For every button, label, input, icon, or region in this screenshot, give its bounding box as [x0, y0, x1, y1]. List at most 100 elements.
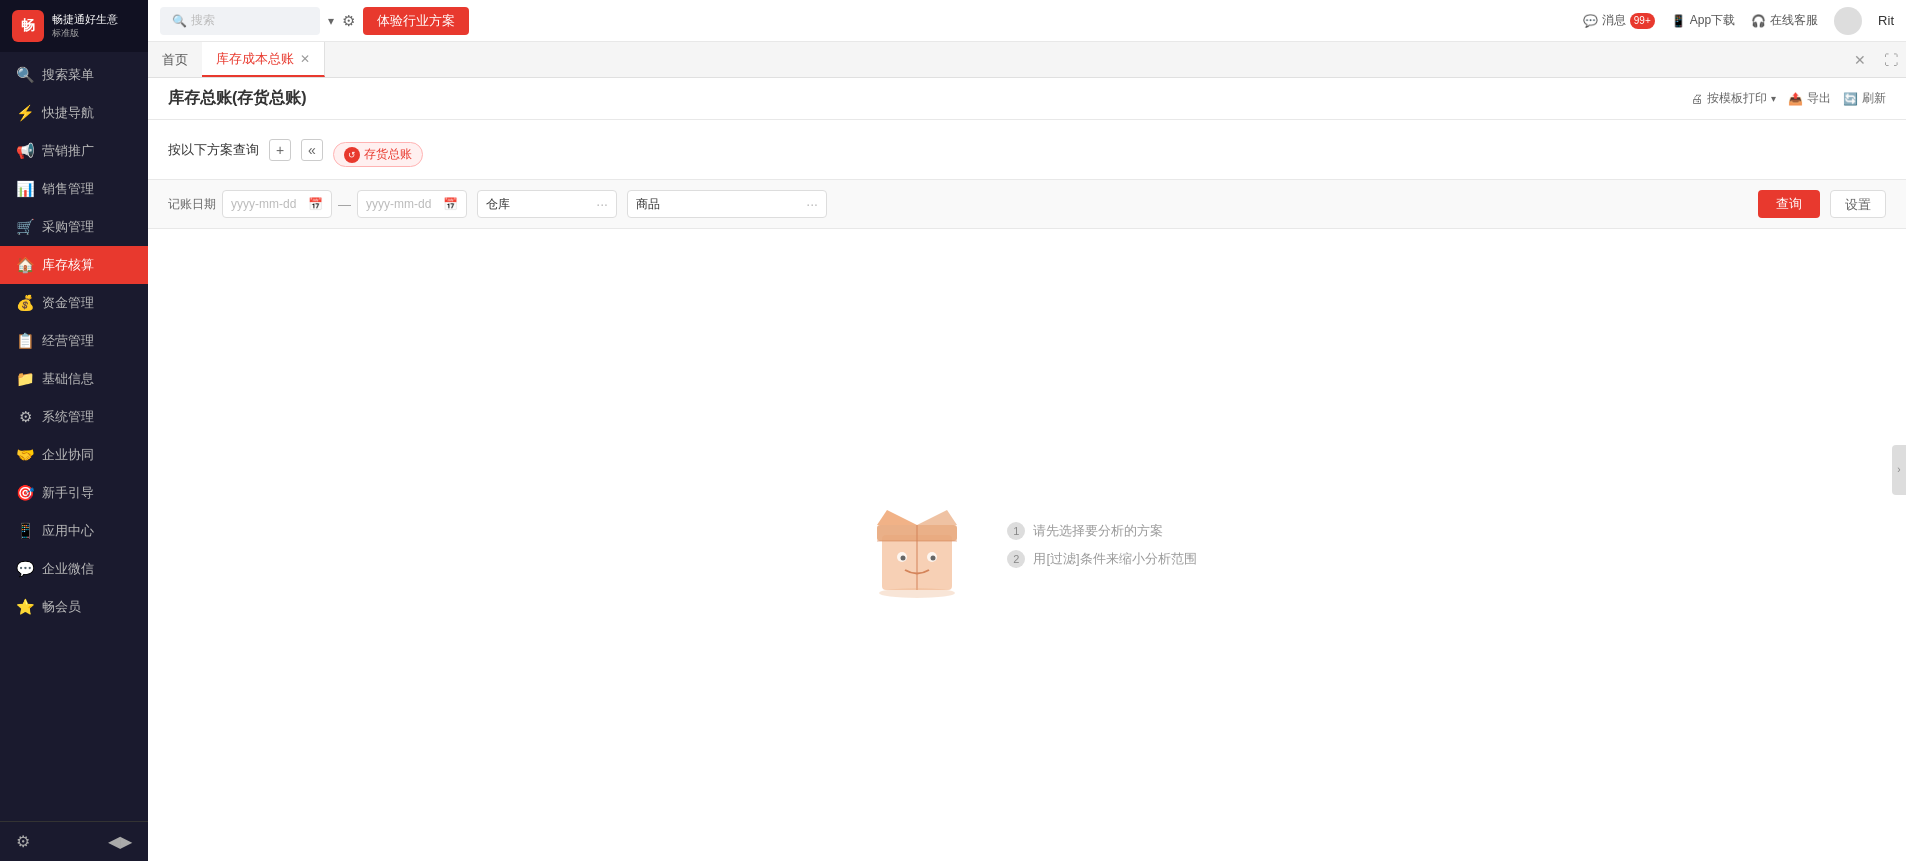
sidebar-label-operations: 经营管理 [42, 332, 94, 350]
query-btn[interactable]: 查询 [1758, 190, 1820, 218]
date-end-placeholder: yyyy-mm-dd [366, 197, 431, 211]
main-area: 🔍 搜索 ▾ ⚙ 体验行业方案 💬 消息 99+ 📱 App下载 🎧 在线客服 … [148, 0, 1906, 861]
sidebar-item-member[interactable]: ⭐畅会员 [0, 588, 148, 626]
empty-tip-2: 2 用[过滤]条件来缩小分析范围 [1007, 550, 1196, 568]
close-panel-btn[interactable]: ✕ [1844, 52, 1876, 68]
scheme-label: 存货总账 [364, 146, 412, 163]
filter-row: 按以下方案查询 + « ↺ 存货总账 [168, 132, 1886, 167]
sidebar-footer: ⚙ ◀▶ [0, 821, 148, 861]
product-more-icon[interactable]: ··· [806, 196, 818, 212]
filter-label: 按以下方案查询 [168, 141, 259, 159]
filter-add-btn[interactable]: + [269, 139, 291, 161]
print-dropdown-icon[interactable]: ▾ [1771, 93, 1776, 104]
topbar-left: 🔍 搜索 ▾ ⚙ 体验行业方案 [160, 7, 469, 35]
logo-icon: 畅 [12, 10, 44, 42]
sidebar-item-sales[interactable]: 📊销售管理 [0, 170, 148, 208]
product-label: 商品 [636, 196, 660, 213]
refresh-label: 刷新 [1862, 90, 1886, 107]
sidebar-label-guide: 新手引导 [42, 484, 94, 502]
wechat-icon: 💬 [16, 560, 34, 578]
warehouse-label: 仓库 [486, 196, 510, 213]
sidebar-item-wechat[interactable]: 💬企业微信 [0, 550, 148, 588]
search-icon: 🔍 [16, 66, 34, 84]
tip-text-1: 请先选择要分析的方案 [1033, 522, 1163, 540]
calendar-end-icon[interactable]: 📅 [443, 197, 458, 211]
sidebar-item-finance[interactable]: 💰资金管理 [0, 284, 148, 322]
empty-content: 1 请先选择要分析的方案 2 用[过滤]条件来缩小分析范围 [857, 485, 1196, 605]
tab-close-icon[interactable]: ✕ [300, 52, 310, 66]
sidebar-item-quicknav[interactable]: ⚡快捷导航 [0, 94, 148, 132]
sidebar-logo: 畅 畅捷通好生意 标准版 [0, 0, 148, 52]
sidebar-item-search[interactable]: 🔍 搜索菜单 [0, 56, 148, 94]
query-row: 记账日期 yyyy-mm-dd 📅 — yyyy-mm-dd 📅 仓库 ··· [148, 180, 1906, 229]
tab-inventory-cost[interactable]: 库存成本总账 ✕ [202, 42, 325, 77]
sidebar-label-basic: 基础信息 [42, 370, 94, 388]
date-separator: — [338, 197, 351, 212]
sidebar-label-search: 搜索菜单 [42, 66, 94, 84]
page-actions: 🖨 按模板打印 ▾ 📤 导出 🔄 刷新 [1691, 90, 1886, 107]
filter-collapse-btn[interactable]: « [301, 139, 323, 161]
topbar-gear-icon[interactable]: ⚙ [342, 12, 355, 30]
content-area: 库存总账(存货总账) 🖨 按模板打印 ▾ 📤 导出 🔄 刷新 [148, 78, 1906, 861]
guide-icon: 🎯 [16, 484, 34, 502]
member-icon: ⭐ [16, 598, 34, 616]
page-header: 库存总账(存货总账) 🖨 按模板打印 ▾ 📤 导出 🔄 刷新 [148, 78, 1906, 120]
sidebar-item-marketing[interactable]: 📢营销推广 [0, 132, 148, 170]
inventory-icon: 🏠 [16, 256, 34, 274]
date-start-input[interactable]: yyyy-mm-dd 📅 [222, 190, 332, 218]
sidebar-item-guide[interactable]: 🎯 新手引导 [0, 474, 148, 512]
industry-btn[interactable]: 体验行业方案 [363, 7, 469, 35]
tip-text-2: 用[过滤]条件来缩小分析范围 [1033, 550, 1196, 568]
date-end-input[interactable]: yyyy-mm-dd 📅 [357, 190, 467, 218]
purchase-icon: 🛒 [16, 218, 34, 236]
refresh-btn[interactable]: 🔄 刷新 [1843, 90, 1886, 107]
message-badge: 99+ [1630, 13, 1655, 29]
date-label: 记账日期 [168, 196, 216, 213]
topbar-dropdown-icon[interactable]: ▾ [328, 14, 334, 28]
sidebar-nav: 🔍 搜索菜单 ⚡快捷导航📢营销推广📊销售管理🛒采购管理🏠库存核算💰资金管理 📋 经营管理… [0, 52, 148, 821]
tab-inventory-cost-label: 库存成本总账 [216, 50, 294, 68]
print-btn[interactable]: 🖨 按模板打印 ▾ [1691, 90, 1776, 107]
online-service-item[interactable]: 🎧 在线客服 [1751, 12, 1818, 29]
sidebar-item-basic[interactable]: 📁基础信息 [0, 360, 148, 398]
toggle-sidebar-icon[interactable]: ◀▶ [108, 832, 132, 851]
right-panel-toggle[interactable]: › [1892, 445, 1906, 495]
setting-btn[interactable]: 设置 [1830, 190, 1886, 218]
empty-state: 1 请先选择要分析的方案 2 用[过滤]条件来缩小分析范围 [148, 229, 1906, 861]
online-service-label: 在线客服 [1770, 12, 1818, 29]
logo-text-block: 畅捷通好生意 标准版 [52, 12, 118, 40]
headset-icon: 🎧 [1751, 14, 1766, 28]
calendar-start-icon[interactable]: 📅 [308, 197, 323, 211]
export-btn[interactable]: 📤 导出 [1788, 90, 1831, 107]
export-label: 导出 [1807, 90, 1831, 107]
export-icon: 📤 [1788, 92, 1803, 106]
sidebar-item-cooperation[interactable]: 🤝企业协同 [0, 436, 148, 474]
date-start-placeholder: yyyy-mm-dd [231, 197, 296, 211]
tab-home[interactable]: 首页 [148, 42, 202, 77]
operations-icon: 📋 [16, 332, 34, 350]
resize-panel-btn[interactable]: ⛶ [1876, 52, 1906, 68]
warehouse-more-icon[interactable]: ··· [596, 196, 608, 212]
sidebar-item-purchase[interactable]: 🛒采购管理 [0, 208, 148, 246]
search-placeholder: 搜索 [191, 12, 215, 29]
tabs-bar: 首页 库存成本总账 ✕ ✕ ⛶ [148, 42, 1906, 78]
scheme-icon: ↺ [344, 147, 360, 163]
scheme-item-inventory[interactable]: ↺ 存货总账 [333, 142, 423, 167]
search-bar[interactable]: 🔍 搜索 [160, 7, 320, 35]
sidebar-item-inventory[interactable]: 🏠库存核算 [0, 246, 148, 284]
sidebar-item-operations[interactable]: 📋 经营管理 [0, 322, 148, 360]
filter-area: 按以下方案查询 + « ↺ 存货总账 [148, 120, 1906, 180]
settings-icon[interactable]: ⚙ [16, 832, 30, 851]
user-avatar[interactable] [1834, 7, 1862, 35]
warehouse-select[interactable]: 仓库 ··· [477, 190, 617, 218]
tip-num-2: 2 [1007, 550, 1025, 568]
product-field: 商品 ··· [627, 190, 827, 218]
product-select[interactable]: 商品 ··· [627, 190, 827, 218]
app-download-item[interactable]: 📱 App下载 [1671, 12, 1735, 29]
sidebar-item-appcenter[interactable]: 📱应用中心 [0, 512, 148, 550]
message-item[interactable]: 💬 消息 99+ [1583, 12, 1655, 29]
sidebar-label-sales: 销售管理 [42, 180, 94, 198]
search-icon: 🔍 [172, 14, 187, 28]
sidebar-item-system[interactable]: ⚙系统管理 [0, 398, 148, 436]
app-download-label: App下载 [1690, 12, 1735, 29]
